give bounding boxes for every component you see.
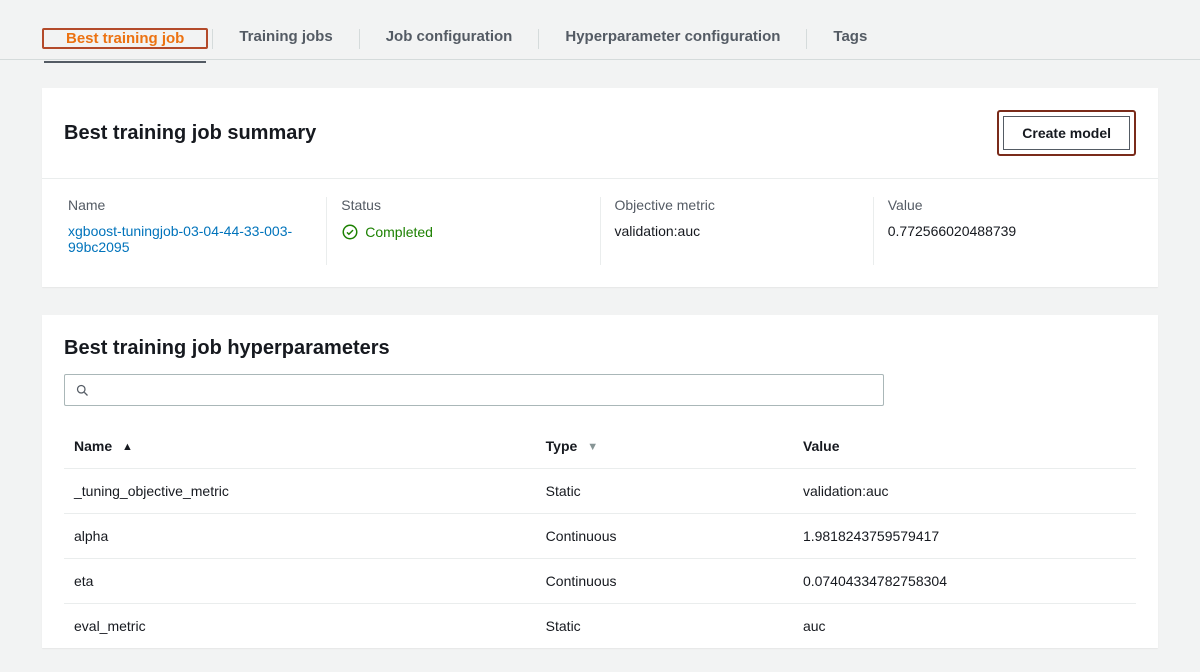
tab-divider (806, 29, 807, 49)
summary-value-metric: validation:auc (615, 223, 859, 239)
hyperparams-table: Name ▲ Type ▼ Value _tuning_objective_me… (64, 424, 1136, 648)
hyperparams-title: Best training job hyperparameters (64, 337, 1136, 360)
tab-best-training-job[interactable]: Best training job (44, 20, 206, 63)
summary-label-metric: Objective metric (615, 197, 859, 213)
cell-type: Continuous (536, 559, 793, 604)
summary-value-value: 0.772566020488739 (888, 223, 1132, 239)
create-model-button[interactable]: Create model (1003, 116, 1130, 150)
cell-value: 0.07404334782758304 (793, 559, 1136, 604)
cell-type: Static (536, 604, 793, 649)
status-badge: Completed (341, 223, 585, 241)
summary-header: Best training job summary Create model (64, 110, 1136, 156)
tab-divider (212, 29, 213, 49)
header-name-label: Name (74, 438, 112, 454)
summary-col-metric: Objective metric validation:auc (601, 197, 874, 265)
summary-col-status: Status Completed (327, 197, 600, 265)
cell-value: auc (793, 604, 1136, 649)
table-row: alpha Continuous 1.9818243759579417 (64, 514, 1136, 559)
sort-asc-icon: ▲ (122, 441, 133, 453)
cell-name: eta (64, 559, 536, 604)
cell-name: eval_metric (64, 604, 536, 649)
tab-hyperparameter-configuration[interactable]: Hyperparameter configuration (543, 18, 802, 59)
tab-tags[interactable]: Tags (811, 18, 889, 59)
hyperparams-panel: Best training job hyperparameters Name ▲ (42, 315, 1158, 648)
summary-col-name: Name xgboost-tuningjob-03-04-44-33-003-9… (54, 197, 327, 265)
status-text: Completed (365, 224, 433, 240)
table-row: _tuning_objective_metric Static validati… (64, 469, 1136, 514)
cell-name: _tuning_objective_metric (64, 469, 536, 514)
header-value-label: Value (803, 438, 840, 454)
create-model-highlight: Create model (997, 110, 1136, 156)
cell-name: alpha (64, 514, 536, 559)
summary-title: Best training job summary (64, 122, 316, 145)
cell-value: 1.9818243759579417 (793, 514, 1136, 559)
search-wrap (64, 374, 1136, 406)
check-circle-icon (341, 223, 359, 241)
cell-type: Static (536, 469, 793, 514)
summary-label-name: Name (68, 197, 312, 213)
cell-value: validation:auc (793, 469, 1136, 514)
table-row: eval_metric Static auc (64, 604, 1136, 649)
tab-highlight: Best training job (42, 28, 208, 49)
header-type-label: Type (546, 438, 578, 454)
header-name[interactable]: Name ▲ (64, 424, 536, 469)
tab-training-jobs[interactable]: Training jobs (217, 18, 354, 59)
training-job-link[interactable]: xgboost-tuningjob-03-04-44-33-003-99bc20… (68, 223, 312, 255)
cell-type: Continuous (536, 514, 793, 559)
tab-divider (538, 29, 539, 49)
summary-col-value: Value 0.772566020488739 (874, 197, 1146, 265)
tabs-bar: Best training job Training jobs Job conf… (0, 0, 1200, 60)
summary-label-value: Value (888, 197, 1132, 213)
sort-icon: ▼ (587, 441, 598, 453)
search-icon (75, 383, 90, 398)
summary-panel: Best training job summary Create model N… (42, 88, 1158, 287)
tab-job-configuration[interactable]: Job configuration (364, 18, 535, 59)
search-box[interactable] (64, 374, 884, 406)
summary-grid: Name xgboost-tuningjob-03-04-44-33-003-9… (42, 178, 1158, 265)
summary-label-status: Status (341, 197, 585, 213)
table-header-row: Name ▲ Type ▼ Value (64, 424, 1136, 469)
table-row: eta Continuous 0.07404334782758304 (64, 559, 1136, 604)
header-value[interactable]: Value (793, 424, 1136, 469)
search-input[interactable] (98, 382, 873, 398)
tab-divider (359, 29, 360, 49)
header-type[interactable]: Type ▼ (536, 424, 793, 469)
